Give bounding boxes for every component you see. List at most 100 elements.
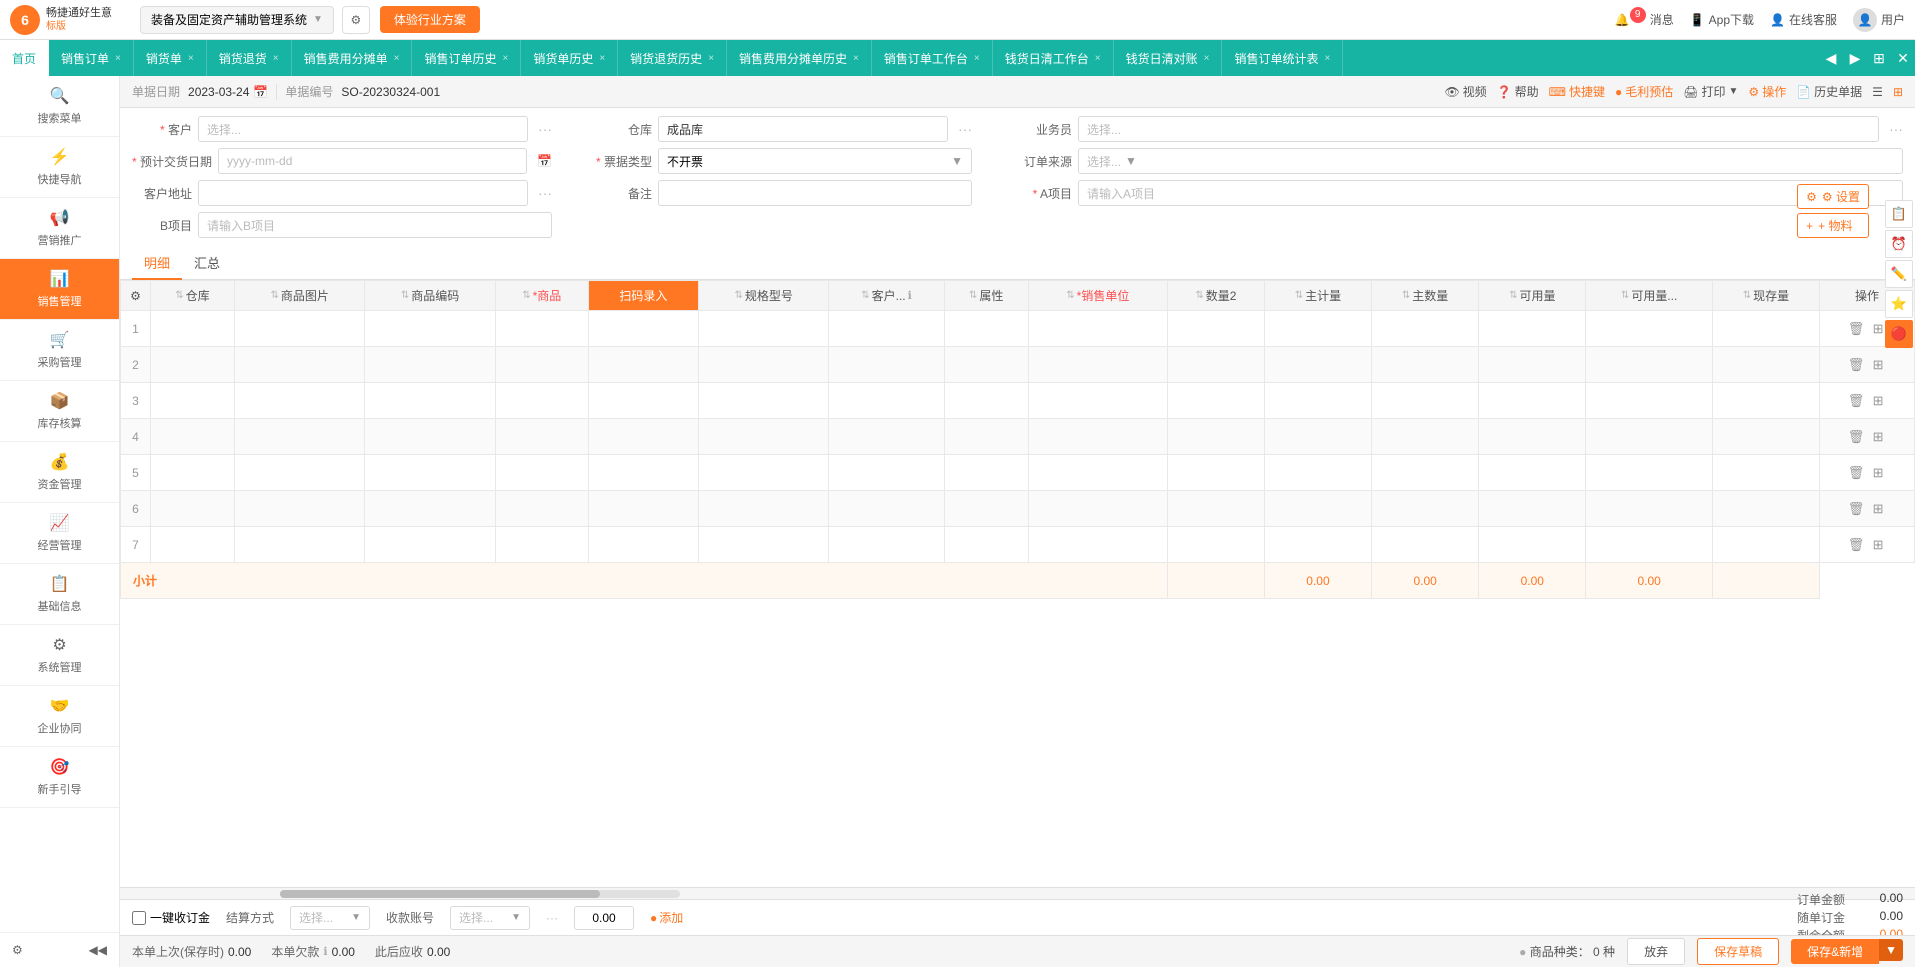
tab-sales-order-history[interactable]: 销售订单历史 × (412, 40, 521, 76)
row-scan[interactable] (588, 311, 698, 347)
delete-icon[interactable]: 🗑 (1847, 356, 1865, 374)
scrollbar-track[interactable] (280, 890, 680, 898)
warehouse-more-icon[interactable]: ··· (958, 121, 972, 137)
delete-icon[interactable]: 🗑 (1847, 536, 1865, 554)
tab-invoice[interactable]: 销货单 × (134, 40, 207, 76)
tab-sales-fee[interactable]: 销售费用分摊单 × (292, 40, 413, 76)
remark-input[interactable] (658, 180, 972, 206)
amount-input[interactable] (574, 906, 634, 930)
close-icon[interactable]: × (394, 53, 400, 64)
row-unit[interactable] (1028, 311, 1167, 347)
row-stock[interactable] (1712, 311, 1819, 347)
user-btn[interactable]: 👤 用户 (1853, 8, 1905, 32)
tab-fee-history[interactable]: 销售费用分摊单历史 × (727, 40, 872, 76)
messages-btn[interactable]: 🔔 9 消息 (1615, 11, 1674, 28)
col-gear[interactable]: ⚙ (121, 281, 151, 311)
calendar-icon[interactable]: 📅 (537, 154, 552, 168)
settings-icon[interactable]: ⚙ (342, 6, 370, 34)
close-icon[interactable]: × (188, 53, 194, 64)
checkbox-input[interactable] (132, 911, 146, 925)
tab-invoice-history[interactable]: 销货单历史 × (521, 40, 618, 76)
row-spec[interactable] (698, 311, 828, 347)
save-new-dropdown-btn[interactable]: ▼ (1879, 939, 1903, 961)
sidebar-item-guide[interactable]: 🎯 新手引导 (0, 747, 119, 808)
tab-cash-account[interactable]: 钱货日清对账 × (1114, 40, 1223, 76)
copy-icon[interactable]: ⊞ (1869, 356, 1887, 374)
float-btn-star[interactable]: ⭐ (1885, 290, 1913, 318)
data-table-wrapper[interactable]: ⚙ ⇅仓库 ⇅商品图片 ⇅商品编码 ⇅*商品 扫码录入 ⇅规格型号 ⇅客户...… (120, 280, 1915, 887)
tab-sales-stats[interactable]: 销售订单统计表 × (1222, 40, 1343, 76)
operation-btn[interactable]: ⚙ 操作 (1748, 83, 1786, 100)
sidebar-item-finance[interactable]: 💰 资金管理 (0, 442, 119, 503)
tab-sales-return[interactable]: 销货退货 × (207, 40, 292, 76)
order-source-select[interactable]: 选择... ▼ (1078, 148, 1903, 174)
sidebar-item-business[interactable]: 📈 经营管理 (0, 503, 119, 564)
invoice-select[interactable]: 不开票 ▼ (658, 148, 972, 174)
print-btn[interactable]: 🖨 打印 ▼ (1683, 83, 1738, 100)
float-btn-clipboard[interactable]: 📋 (1885, 200, 1913, 228)
row-qty2[interactable] (1168, 311, 1265, 347)
row-code[interactable] (365, 311, 495, 347)
close-icon[interactable]: × (1204, 53, 1210, 64)
row-goods[interactable] (495, 311, 588, 347)
b-project-input[interactable]: 请输入B项目 (198, 212, 552, 238)
receipt-select[interactable]: 选择... ▼ (450, 906, 530, 930)
row-customer-code[interactable] (829, 311, 944, 347)
copy-icon[interactable]: ⊞ (1869, 500, 1887, 518)
copy-icon[interactable]: ⊞ (1869, 536, 1887, 554)
col-scan[interactable]: 扫码录入 (588, 281, 698, 311)
tab-detail[interactable]: 明细 (132, 248, 182, 280)
address-input[interactable] (198, 180, 528, 206)
address-more-icon[interactable]: ··· (538, 185, 552, 201)
tab-cash-workbench[interactable]: 钱货日清工作台 × (993, 40, 1114, 76)
sidebar-item-search[interactable]: 🔍 搜索菜单 (0, 76, 119, 137)
system-title-area[interactable]: 装备及固定资产辅助管理系统 ▼ (140, 6, 334, 34)
grid-view-btn[interactable]: ⊞ (1893, 85, 1903, 99)
tab-home[interactable]: 首页 (0, 40, 49, 76)
online-service-btn[interactable]: 👤 在线客服 (1770, 11, 1837, 28)
app-download-btn[interactable]: 📱 App下载 (1690, 11, 1754, 28)
sidebar-item-collab[interactable]: 🤝 企业协同 (0, 686, 119, 747)
ellipsis-icon[interactable]: ··· (546, 911, 558, 925)
sidebar-item-quicknav[interactable]: ⚡ 快捷导航 (0, 137, 119, 198)
nav-close-btn[interactable]: ✕ (1891, 40, 1915, 76)
copy-icon[interactable]: ⊞ (1869, 464, 1887, 482)
tab-summary[interactable]: 汇总 (182, 248, 232, 280)
profit-btn[interactable]: ● 毛利预估 (1615, 83, 1673, 100)
settings-btn[interactable]: ⚙ ⚙ 设置 (1797, 184, 1869, 209)
discard-btn[interactable]: 放弃 (1627, 938, 1685, 965)
one-click-checkbox[interactable]: 一键收订金 (132, 909, 210, 926)
help-btn[interactable]: ❓ 帮助 (1497, 83, 1539, 100)
tab-return-history[interactable]: 销货退货历史 × (618, 40, 727, 76)
gear-icon[interactable]: ⚙ (12, 943, 23, 957)
copy-icon[interactable]: ⊞ (1869, 392, 1887, 410)
sidebar-item-purchase[interactable]: 🛒 采购管理 (0, 320, 119, 381)
close-icon[interactable]: × (502, 53, 508, 64)
delete-icon[interactable]: 🗑 (1847, 320, 1865, 338)
view-btn[interactable]: 👁 视频 (1444, 83, 1486, 100)
list-view-btn[interactable]: ☰ (1872, 85, 1883, 99)
material-btn[interactable]: + + 物料 (1797, 213, 1869, 238)
row-warehouse[interactable] (151, 311, 235, 347)
delete-icon[interactable]: 🗑 (1847, 500, 1865, 518)
delete-icon[interactable]: 🗑 (1847, 392, 1865, 410)
close-icon[interactable]: × (1095, 53, 1101, 64)
copy-icon[interactable]: ⊞ (1869, 428, 1887, 446)
float-btn-edit[interactable]: ✏️ (1885, 260, 1913, 288)
info-icon[interactable]: ℹ (323, 945, 327, 958)
float-btn-alert[interactable]: 🔴 (1885, 320, 1913, 348)
a-project-input[interactable]: 请输入A项目 (1078, 180, 1903, 206)
delivery-input[interactable]: yyyy-mm-dd (218, 148, 527, 174)
collapse-icon[interactable]: ◀◀ (89, 943, 107, 957)
close-icon[interactable]: × (708, 53, 714, 64)
close-icon[interactable]: × (273, 53, 279, 64)
salesperson-more-icon[interactable]: ··· (1889, 121, 1903, 137)
shortcut-btn[interactable]: ⌨ 快捷键 (1549, 83, 1605, 100)
sidebar-item-basicinfo[interactable]: 📋 基础信息 (0, 564, 119, 625)
industry-btn[interactable]: 体验行业方案 (380, 6, 480, 33)
customer-more-icon[interactable]: ··· (538, 121, 552, 137)
checkout-select[interactable]: 选择... ▼ (290, 906, 370, 930)
info-icon[interactable]: ℹ (908, 289, 912, 302)
delete-icon[interactable]: 🗑 (1847, 428, 1865, 446)
nav-prev-btn[interactable]: ◀ (1819, 40, 1843, 76)
